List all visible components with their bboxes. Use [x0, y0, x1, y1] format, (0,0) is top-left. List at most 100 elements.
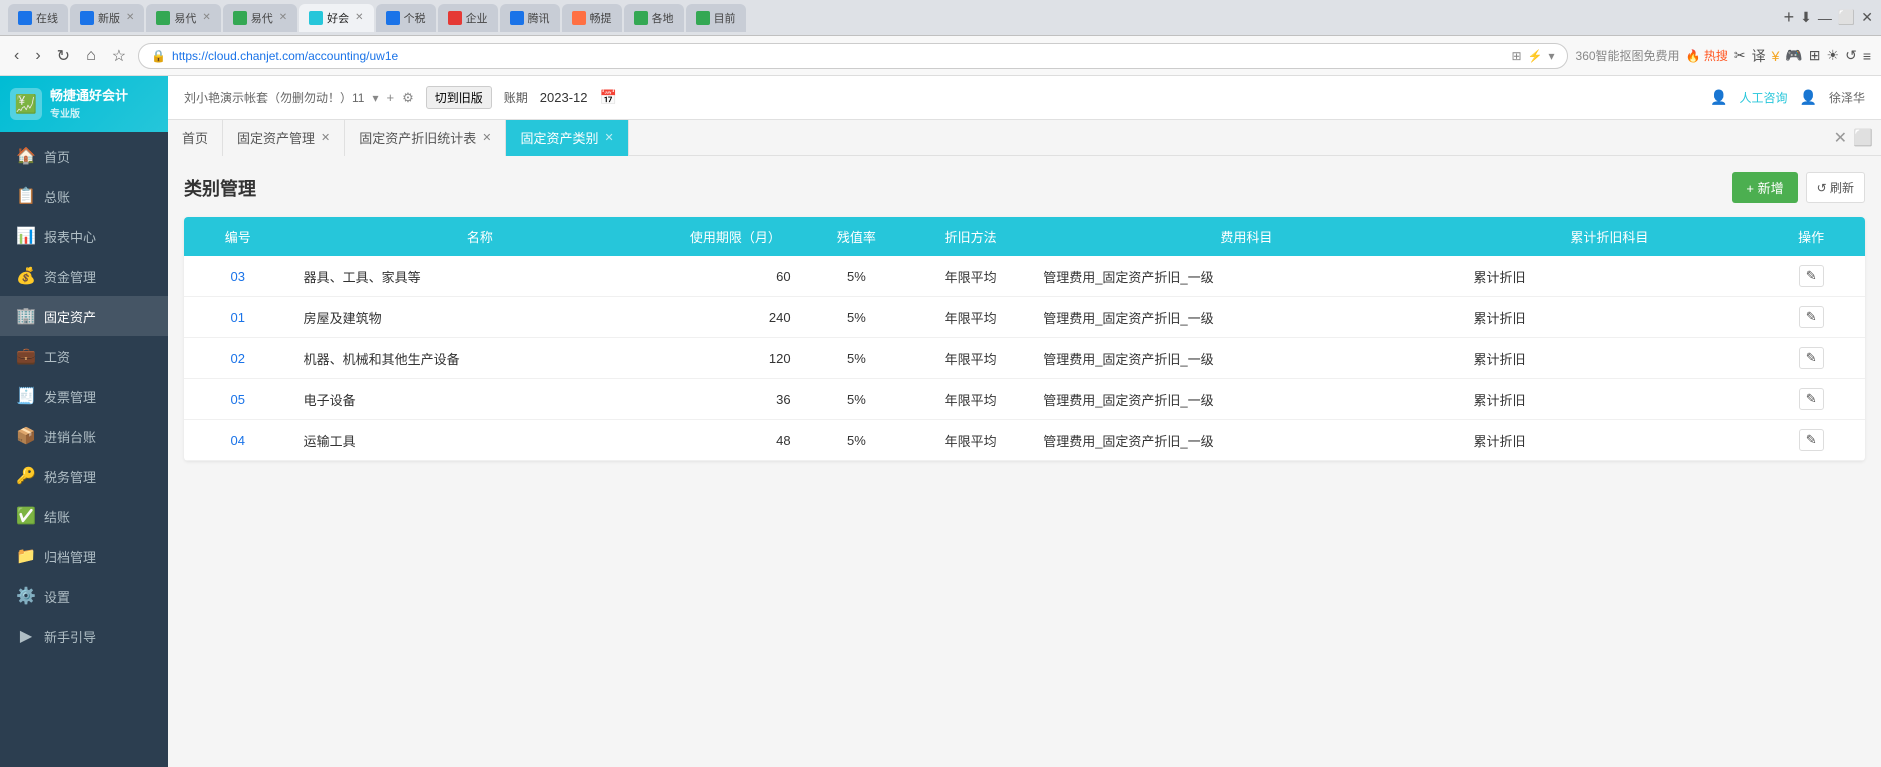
settle-icon: ✅ [16, 506, 36, 526]
sidebar-item-salary[interactable]: 💼 工资 [0, 336, 168, 376]
sidebar-item-settings-label: 设置 [44, 587, 70, 606]
account-add-button[interactable]: + [387, 90, 395, 105]
settings-icon: ⚙️ [16, 586, 36, 606]
sidebar-item-settle-label: 结账 [44, 507, 70, 526]
close-button[interactable]: ✕ [1861, 9, 1873, 26]
hot-search-label: 🔥 热搜 [1686, 47, 1728, 64]
new-tab-button[interactable]: + [1784, 7, 1795, 28]
edit-button[interactable]: ✎ [1799, 388, 1824, 410]
edit-button[interactable]: ✎ [1799, 306, 1824, 328]
forward-button[interactable]: › [31, 45, 44, 67]
sidebar-item-guide-label: 新手引导 [44, 627, 96, 646]
browser-tab-label: 易代 [251, 10, 273, 26]
table-header-row: 编号 名称 使用期限（月） 残值率 折旧方法 费用科目 累计折旧科目 操作 [184, 217, 1865, 256]
sidebar-item-settle[interactable]: ✅ 结账 [0, 496, 168, 536]
sidebar-item-invoice[interactable]: 🧾 发票管理 [0, 376, 168, 416]
page-tab-depreciation[interactable]: 固定资产折旧统计表 ✕ [345, 120, 506, 156]
sidebar-item-guide[interactable]: ▶ 新手引导 [0, 616, 168, 656]
tab-close-icon[interactable]: ✕ [126, 12, 134, 23]
account-settings-button[interactable]: ⚙ [402, 90, 414, 106]
dropdown-icon[interactable]: ▾ [1548, 49, 1554, 63]
browser-tab-new[interactable]: 新版 ✕ [70, 4, 144, 32]
calendar-icon[interactable]: 📅 [600, 89, 617, 106]
tab-icon-changjie [572, 11, 586, 25]
tab-close-icon[interactable]: ✕ [202, 12, 210, 23]
edit-button[interactable]: ✎ [1799, 265, 1824, 287]
new-button[interactable]: + 新增 [1732, 172, 1797, 203]
sidebar-item-settings[interactable]: ⚙️ 设置 [0, 576, 168, 616]
ledger-icon: 📋 [16, 186, 36, 206]
tab-icon-haohui [309, 11, 323, 25]
page-tab-fixed-mgmt[interactable]: 固定资产管理 ✕ [223, 120, 345, 156]
code-link[interactable]: 05 [231, 392, 245, 407]
home-button[interactable]: ⌂ [82, 45, 100, 67]
sidebar-item-archive[interactable]: 📁 归档管理 [0, 536, 168, 576]
code-link[interactable]: 04 [231, 433, 245, 448]
browser-tab-tax[interactable]: 个税 [376, 4, 436, 32]
page-tab-home[interactable]: 首页 [168, 120, 223, 156]
sidebar-item-fixed[interactable]: 🏢 固定资产 [0, 296, 168, 336]
table-row: 04 运输工具 48 5% 年限平均 管理费用_固定资产折旧_一级 累计折旧 ✎ [184, 420, 1865, 461]
sidebar-item-stock[interactable]: 📦 进销台账 [0, 416, 168, 456]
sidebar-item-funds[interactable]: 💰 资金管理 [0, 256, 168, 296]
browser-tab-gedi[interactable]: 各地 [624, 4, 684, 32]
sidebar-item-home[interactable]: 🏠 首页 [0, 136, 168, 176]
browser-tabs: 在线 新版 ✕ 易代 ✕ 易代 ✕ 好会 ✕ 个税 企业 [8, 4, 1774, 32]
browser-tab-haohui[interactable]: 好会 ✕ [299, 4, 373, 32]
maximize-tab-button[interactable]: ⬜ [1853, 128, 1873, 148]
sidebar-item-ledger[interactable]: 📋 总账 [0, 176, 168, 216]
browser-tab-yidai1[interactable]: 易代 ✕ [146, 4, 220, 32]
cell-name: 运输工具 [292, 420, 669, 461]
close-tab-button[interactable]: ✕ [1834, 128, 1847, 148]
game-icon: 🎮 [1785, 47, 1802, 64]
archive-icon: 📁 [16, 546, 36, 566]
page-tab-fixed-mgmt-label: 固定资产管理 [237, 128, 315, 147]
sidebar-item-tax[interactable]: 🔑 税务管理 [0, 456, 168, 496]
tab-close-icon[interactable]: ✕ [279, 12, 287, 23]
tab-icon-gedi [634, 11, 648, 25]
brightness-icon: ☀ [1827, 47, 1840, 64]
minimize-button[interactable]: — [1818, 10, 1832, 26]
refresh-button[interactable]: ↺ 刷新 [1806, 172, 1865, 203]
tab-close-fixed-mgmt-icon[interactable]: ✕ [321, 131, 330, 144]
reload-button[interactable]: ↻ [53, 44, 74, 68]
browser-tab-online[interactable]: 在线 [8, 4, 68, 32]
tab-menu-button[interactable]: ⬇ [1800, 9, 1812, 26]
menu-icon[interactable]: ≡ [1863, 48, 1871, 64]
page-tab-category[interactable]: 固定资产类别 ✕ [506, 120, 628, 156]
period-value: 2023-12 [540, 90, 588, 105]
undo-icon: ↺ [1845, 47, 1857, 64]
cell-accum: 累计折旧 [1462, 297, 1758, 338]
code-link[interactable]: 01 [231, 310, 245, 325]
address-text: https://cloud.chanjet.com/accounting/uw1… [172, 49, 1505, 63]
browser-tab-yidai2[interactable]: 易代 ✕ [223, 4, 297, 32]
tab-close-icon[interactable]: ✕ [355, 12, 363, 23]
edit-button[interactable]: ✎ [1799, 429, 1824, 451]
sidebar-nav: 🏠 首页 📋 总账 📊 报表中心 💰 资金管理 🏢 固定资产 💼 工资 [0, 132, 168, 767]
browser-tab-bar: 在线 新版 ✕ 易代 ✕ 易代 ✕ 好会 ✕ 个税 企业 [0, 0, 1881, 36]
cell-residual: 5% [803, 379, 911, 420]
tab-close-category-icon[interactable]: ✕ [605, 131, 614, 144]
switch-old-version-button[interactable]: 切到旧版 [426, 86, 492, 109]
tab-close-depreciation-icon[interactable]: ✕ [482, 131, 491, 144]
code-link[interactable]: 02 [231, 351, 245, 366]
sidebar-item-reports[interactable]: 📊 报表中心 [0, 216, 168, 256]
dropdown-icon[interactable]: ▾ [372, 91, 378, 105]
browser-tab-muqian[interactable]: 目前 [686, 4, 746, 32]
browser-tab-tencent[interactable]: 腾讯 [500, 4, 560, 32]
back-button[interactable]: ‹ [10, 45, 23, 67]
browser-tab-enterprise[interactable]: 企业 [438, 4, 498, 32]
service-label[interactable]: 人工咨询 [1740, 89, 1788, 106]
lock-icon: 🔒 [151, 49, 166, 63]
logo-text-block: 畅捷通好会计 专业版 [50, 88, 128, 120]
edit-button[interactable]: ✎ [1799, 347, 1824, 369]
browser-tab-changjie[interactable]: 畅提 [562, 4, 622, 32]
bookmark-button[interactable]: ☆ [108, 44, 130, 68]
sidebar-item-home-label: 首页 [44, 147, 70, 166]
address-bar[interactable]: 🔒 https://cloud.chanjet.com/accounting/u… [138, 43, 1567, 69]
code-link[interactable]: 03 [231, 269, 245, 284]
restore-button[interactable]: ⬜ [1838, 9, 1855, 26]
logo-sub: 专业版 [50, 105, 128, 120]
invoice-icon: 🧾 [16, 386, 36, 406]
top-bar: 刘小艳演示帐套（勿删勿动！）11 ▾ + ⚙ 切到旧版 账期 2023-12 📅… [168, 76, 1881, 120]
